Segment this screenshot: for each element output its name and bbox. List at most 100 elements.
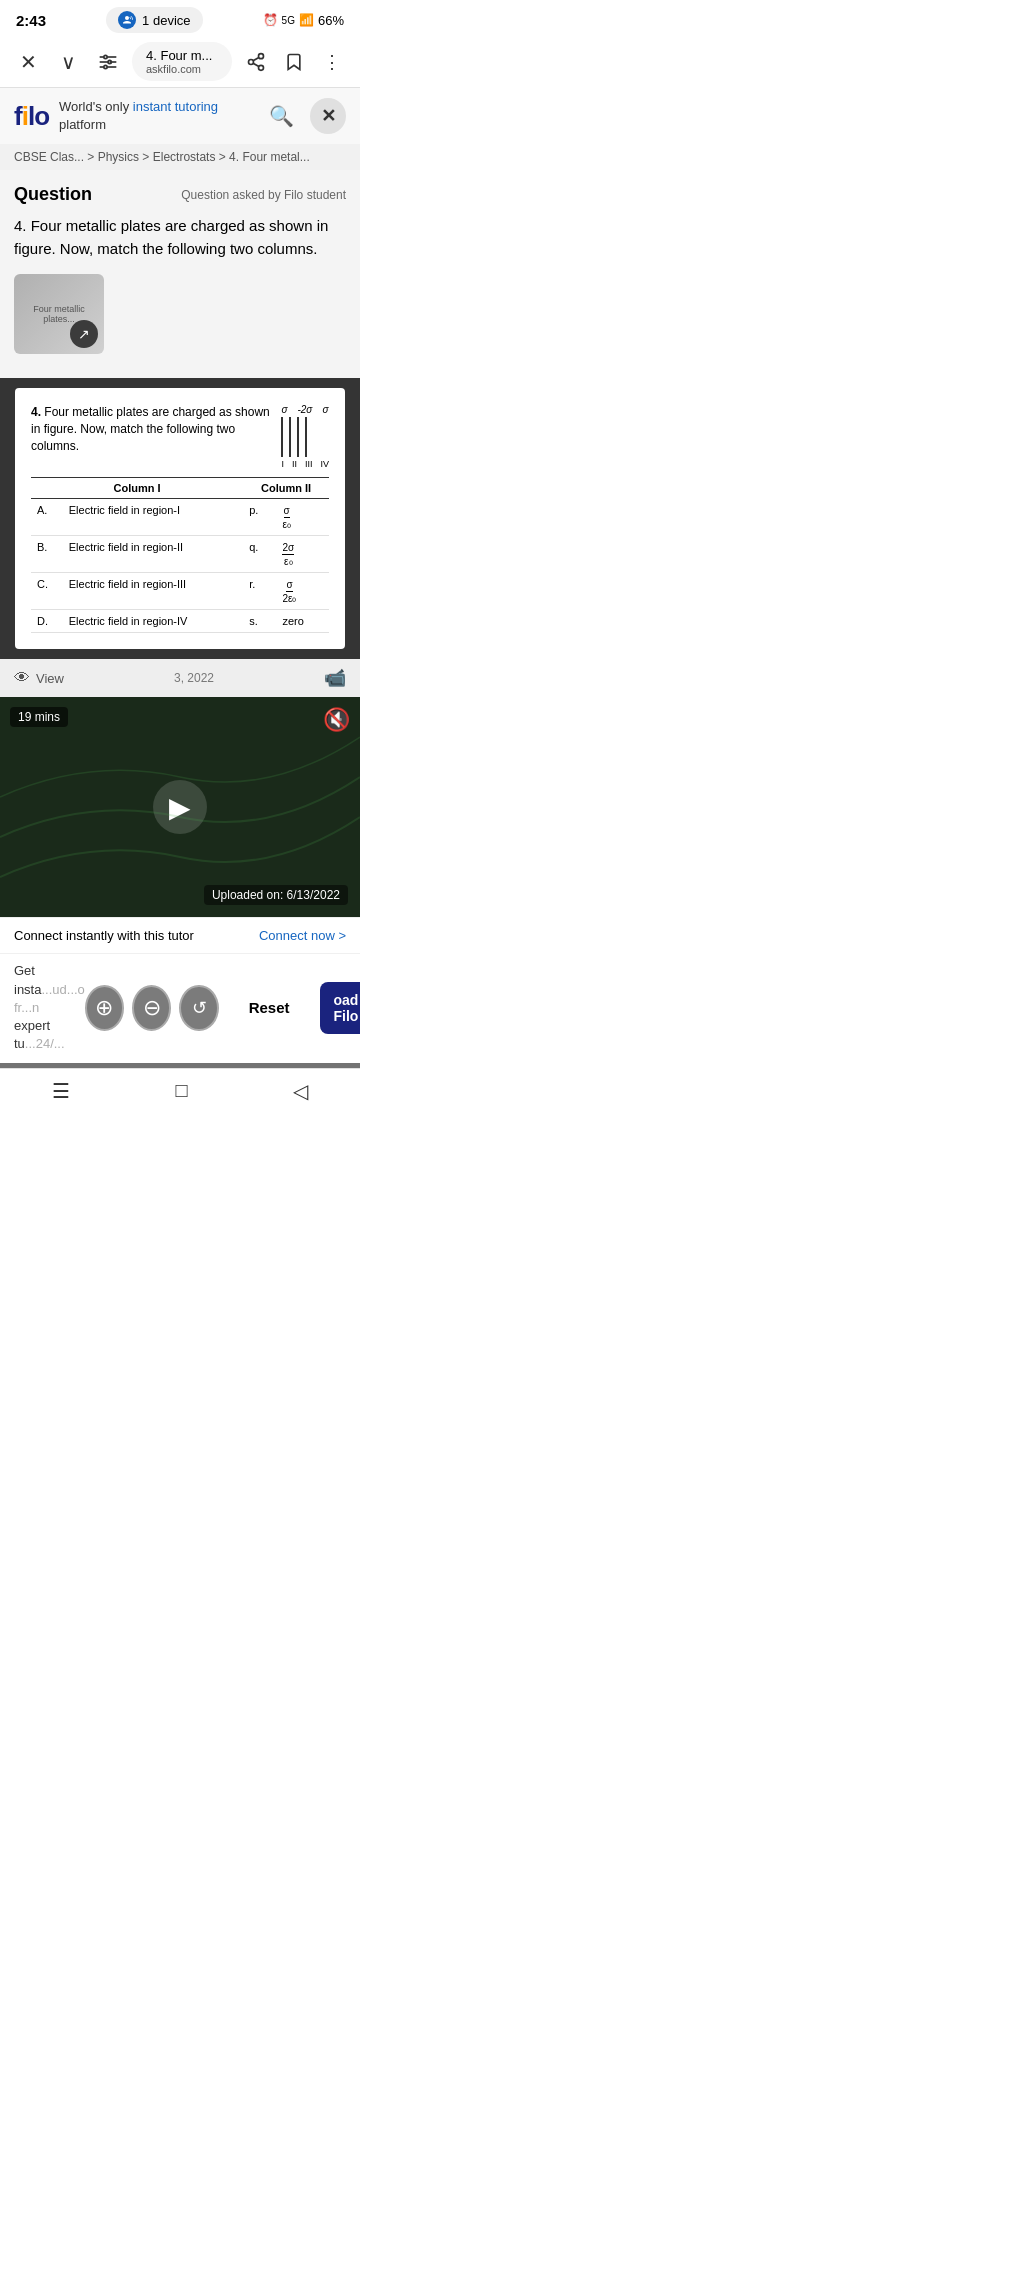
table-row: D. Electric field in region-IV s. zero bbox=[31, 610, 329, 633]
browser-nav: ✕ ∨ 4. Four m... askfilo.com bbox=[12, 42, 348, 81]
android-home-button[interactable]: □ bbox=[175, 1079, 187, 1102]
charge-minus2sigma: -2σ bbox=[297, 404, 312, 415]
battery-level: 66% bbox=[318, 13, 344, 28]
breadcrumb: CBSE Clas... > Physics > Electrostats > … bbox=[0, 144, 360, 170]
status-time: 2:43 bbox=[16, 12, 46, 29]
close-tab-button[interactable]: ✕ bbox=[12, 46, 44, 78]
search-icon[interactable]: 🔍 bbox=[269, 104, 294, 128]
svg-point-2 bbox=[104, 65, 107, 68]
row-d-key: D. bbox=[31, 610, 63, 633]
svg-point-0 bbox=[125, 16, 129, 20]
bookmark-button[interactable] bbox=[278, 46, 310, 78]
tab-settings-button[interactable] bbox=[92, 46, 124, 78]
row-c-col2: σ2ε₀ bbox=[276, 573, 329, 610]
tagline-highlight: instant tutoring bbox=[133, 99, 218, 114]
question-meta: Question asked by Filo student bbox=[181, 188, 346, 202]
url-bar[interactable]: 4. Four m... askfilo.com bbox=[132, 42, 232, 81]
popup-card: 4. Four metallic plates are charged as s… bbox=[15, 388, 345, 649]
connect-bar: Connect instantly with this tutor Connec… bbox=[0, 917, 360, 953]
row-c-key: C. bbox=[31, 573, 63, 610]
more-options-button[interactable]: ⋮ bbox=[316, 46, 348, 78]
promo-bar: Get insta...ud...o fr...n expert tu...24… bbox=[0, 953, 360, 1063]
video-duration: 19 mins bbox=[10, 707, 68, 727]
alarm-icon: ⏰ bbox=[263, 13, 278, 27]
row-b-key: B. bbox=[31, 536, 63, 573]
columns-table: Column I Column II A. Electric field in … bbox=[31, 477, 329, 633]
region-I: I bbox=[281, 459, 284, 469]
row-b-col2: 2σε₀ bbox=[276, 536, 329, 573]
row-d-col2: zero bbox=[276, 610, 329, 633]
filo-close-button[interactable]: ✕ bbox=[310, 98, 346, 134]
svg-line-13 bbox=[253, 63, 259, 66]
tagline-part2: platform bbox=[59, 117, 106, 132]
row-a-key: A. bbox=[31, 499, 63, 536]
zoom-controls-row: ⊕ ⊖ ↺ Reset oad Filo bbox=[85, 982, 360, 1034]
region-IV: IV bbox=[320, 459, 329, 469]
svg-point-11 bbox=[249, 59, 254, 64]
promo-text: Get insta...ud...o fr...n expert tu...24… bbox=[14, 962, 85, 1053]
popup-overlay: 4. Four metallic plates are charged as s… bbox=[0, 378, 360, 659]
row-c-key2: r. bbox=[243, 573, 276, 610]
upload-date: Uploaded on: 6/13/2022 bbox=[204, 885, 348, 905]
zoom-in-button[interactable]: ⊕ bbox=[85, 985, 124, 1031]
row-d-col1: Electric field in region-IV bbox=[63, 610, 243, 633]
mute-icon[interactable]: 🔇 bbox=[323, 707, 350, 733]
reset-zoom-circle-button[interactable]: ↺ bbox=[179, 985, 218, 1031]
nav-actions: ⋮ bbox=[240, 46, 348, 78]
svg-line-14 bbox=[253, 57, 259, 60]
connect-text: Connect instantly with this tutor bbox=[14, 928, 194, 943]
status-center: 1 device bbox=[106, 7, 202, 33]
row-b-col1: Electric field in region-II bbox=[63, 536, 243, 573]
zoom-out-button[interactable]: ⊖ bbox=[132, 985, 171, 1031]
video-section: 19 mins 🔇 ▶ Uploaded on: 6/13/2022 bbox=[0, 697, 360, 917]
filo-header: filo World's only instant tutoring platf… bbox=[0, 88, 360, 144]
signal-text: 5G bbox=[282, 15, 295, 26]
table-row: C. Electric field in region-III r. σ2ε₀ bbox=[31, 573, 329, 610]
view-label: View bbox=[36, 671, 64, 686]
charge-sigma2: σ bbox=[322, 404, 328, 415]
play-button[interactable]: ▶ bbox=[153, 780, 207, 834]
expand-tabs-button[interactable]: ∨ bbox=[52, 46, 84, 78]
row-a-col2: σε₀ bbox=[276, 499, 329, 536]
browser-chrome: ✕ ∨ 4. Four m... askfilo.com bbox=[0, 36, 360, 88]
tagline-part1: World's only bbox=[59, 99, 133, 114]
view-row: 👁 View 3, 2022 📹 bbox=[0, 659, 360, 697]
region-III: III bbox=[305, 459, 313, 469]
row-b-key2: q. bbox=[243, 536, 276, 573]
device-count: 1 device bbox=[142, 13, 190, 28]
charge-sigma1: σ bbox=[281, 404, 287, 415]
share-button[interactable] bbox=[240, 46, 272, 78]
reset-button[interactable]: Reset bbox=[227, 987, 312, 1028]
col1-header: Column I bbox=[31, 478, 243, 499]
svg-point-12 bbox=[259, 65, 264, 70]
row-a-key2: p. bbox=[243, 499, 276, 536]
android-menu-button[interactable]: ☰ bbox=[52, 1079, 70, 1103]
video-icon: 📹 bbox=[324, 667, 346, 689]
android-nav-bar: ☰ □ ◁ bbox=[0, 1068, 360, 1112]
row-a-col1: Electric field in region-I bbox=[63, 499, 243, 536]
col2-header: Column II bbox=[243, 478, 329, 499]
image-thumb[interactable]: Four metallicplates... ↗ bbox=[14, 274, 104, 354]
svg-point-1 bbox=[104, 55, 107, 58]
popup-question-text: 4. Four metallic plates are charged as s… bbox=[31, 404, 273, 454]
main-content: Question Question asked by Filo student … bbox=[0, 170, 360, 378]
filo-tagline: World's only instant tutoring platform bbox=[59, 98, 259, 134]
row-d-key2: s. bbox=[243, 610, 276, 633]
connect-now-button[interactable]: Connect now > bbox=[259, 928, 346, 943]
status-right: ⏰ 5G 📶 66% bbox=[263, 13, 344, 28]
question-text: 4. Four metallic plates are charged as s… bbox=[14, 215, 346, 260]
filo-logo: filo bbox=[14, 101, 49, 132]
page-title: 4. Four m... bbox=[146, 48, 218, 63]
url-domain: askfilo.com bbox=[146, 63, 218, 75]
table-row: B. Electric field in region-II q. 2σε₀ bbox=[31, 536, 329, 573]
page-wrapper: filo World's only instant tutoring platf… bbox=[0, 88, 360, 1068]
view-date: 3, 2022 bbox=[174, 671, 214, 685]
row-c-col1: Electric field in region-III bbox=[63, 573, 243, 610]
view-icon: 👁 bbox=[14, 669, 30, 687]
android-back-button[interactable]: ◁ bbox=[293, 1079, 308, 1103]
filo-logo-text: filo bbox=[14, 101, 49, 131]
download-filo-button[interactable]: oad Filo bbox=[320, 982, 361, 1034]
question-header: Question Question asked by Filo student bbox=[14, 184, 346, 205]
image-preview: Four metallicplates... ↗ bbox=[14, 274, 104, 354]
device-icon bbox=[118, 11, 136, 29]
